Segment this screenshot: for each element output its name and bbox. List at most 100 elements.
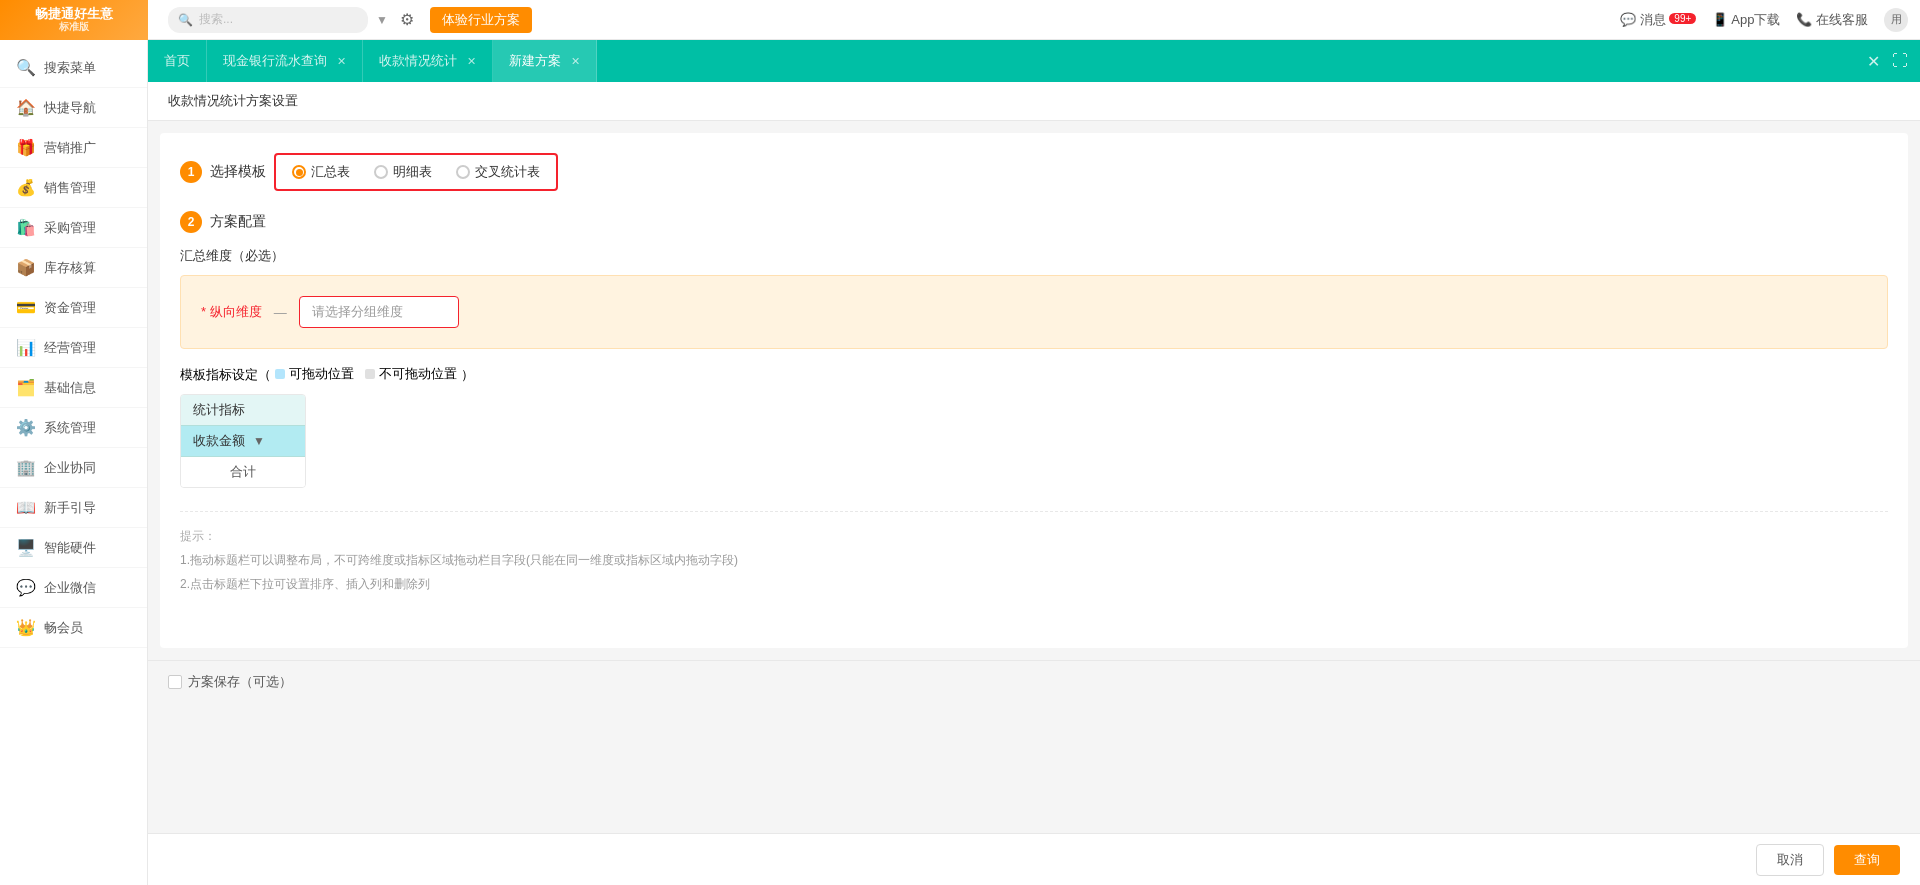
tab-new-plan-close-icon[interactable]: ✕ bbox=[571, 55, 580, 68]
metrics-col-header[interactable]: 收款金额 ▼ bbox=[181, 426, 305, 457]
member-icon: 👑 bbox=[16, 618, 36, 637]
search-menu-icon: 🔍 bbox=[16, 58, 36, 77]
sidebar-item-basic-info[interactable]: 🗂️ 基础信息 bbox=[0, 368, 147, 408]
sidebar-item-enterprise[interactable]: 🏢 企业协同 bbox=[0, 448, 147, 488]
dimension-row: * 纵向维度 — 请选择分组维度 bbox=[201, 296, 1867, 328]
settings-icon[interactable]: ⚙ bbox=[400, 10, 414, 29]
bottom-actions: 取消 查询 bbox=[148, 833, 1920, 885]
sidebar: 🔍 搜索菜单 🏠 快捷导航 🎁 营销推广 💰 销售管理 🛍️ 采购管理 📦 库存… bbox=[0, 40, 148, 885]
sidebar-item-sales[interactable]: 💰 销售管理 bbox=[0, 168, 147, 208]
sidebar-item-system[interactable]: ⚙️ 系统管理 bbox=[0, 408, 147, 448]
legend-non-draggable: 不可拖动位置 bbox=[365, 365, 457, 383]
download-item[interactable]: 📱 App下载 bbox=[1712, 11, 1780, 29]
sidebar-item-search-menu[interactable]: 🔍 搜索菜单 bbox=[0, 48, 147, 88]
sidebar-item-label: 营销推广 bbox=[44, 139, 96, 157]
metrics-group-label: 统计指标 bbox=[193, 401, 245, 419]
metrics-title-text: 模板指标设定（ bbox=[180, 367, 271, 382]
query-button[interactable]: 查询 bbox=[1834, 845, 1900, 875]
dimension-title-text: 汇总维度（必选） bbox=[180, 248, 284, 263]
sidebar-item-guide[interactable]: 📖 新手引导 bbox=[0, 488, 147, 528]
metrics-group-header: 统计指标 bbox=[181, 395, 305, 426]
step1-title: 选择模板 bbox=[210, 163, 266, 181]
message-icon: 💬 bbox=[1620, 12, 1636, 27]
dropdown-arrow-icon[interactable]: ▼ bbox=[376, 13, 388, 27]
draggable-legend-icon bbox=[275, 369, 285, 379]
metrics-section: 模板指标设定（ 可拖动位置 不可拖动位置 ） bbox=[180, 365, 1888, 608]
sidebar-item-purchase[interactable]: 🛍️ 采购管理 bbox=[0, 208, 147, 248]
sidebar-item-finance[interactable]: 💳 资金管理 bbox=[0, 288, 147, 328]
sidebar-item-quick-nav[interactable]: 🏠 快捷导航 bbox=[0, 88, 147, 128]
metrics-col-label: 收款金额 bbox=[193, 432, 245, 450]
tab-home-label: 首页 bbox=[164, 52, 190, 70]
quick-nav-icon: 🏠 bbox=[16, 98, 36, 117]
hint-title: 提示： bbox=[180, 529, 216, 543]
enterprise-icon: 🏢 bbox=[16, 458, 36, 477]
sidebar-item-label: 库存核算 bbox=[44, 259, 96, 277]
sidebar-item-wechat[interactable]: 💬 企业微信 bbox=[0, 568, 147, 608]
main-area: 首页 现金银行流水查询 ✕ 收款情况统计 ✕ 新建方案 ✕ ✕ ⛶ 收 bbox=[148, 40, 1920, 885]
dimension-section-title: 汇总维度（必选） bbox=[180, 247, 1888, 265]
vertical-dimension-label: * 纵向维度 bbox=[201, 303, 262, 321]
dimension-arrow-icon: — bbox=[274, 305, 287, 320]
tab-bank-label: 现金银行流水查询 bbox=[223, 52, 327, 70]
tab-new-plan[interactable]: 新建方案 ✕ bbox=[493, 40, 597, 82]
dimension-config: 汇总维度（必选） * 纵向维度 — 请选择分组维度 bbox=[180, 247, 1888, 349]
step2-number: 2 bbox=[180, 211, 202, 233]
page-content: 收款情况统计方案设置 1 选择模板 汇总表 bbox=[148, 82, 1920, 833]
legend-draggable: 可拖动位置 bbox=[275, 365, 354, 383]
tab-bank[interactable]: 现金银行流水查询 ✕ bbox=[207, 40, 363, 82]
top-search[interactable]: 🔍 搜索... bbox=[168, 7, 368, 33]
top-bar: 畅捷通好生意 标准版 🔍 搜索... ▼ ⚙ 体验行业方案 💬 消息 99+ 📱… bbox=[0, 0, 1920, 40]
smart-hw-icon: 🖥️ bbox=[16, 538, 36, 557]
sidebar-item-label: 销售管理 bbox=[44, 179, 96, 197]
sidebar-item-label: 经营管理 bbox=[44, 339, 96, 357]
tab-collection-close-icon[interactable]: ✕ bbox=[467, 55, 476, 68]
dimension-select[interactable]: 请选择分组维度 bbox=[299, 296, 459, 328]
service-item[interactable]: 📞 在线客服 bbox=[1796, 11, 1868, 29]
message-item[interactable]: 💬 消息 99+ bbox=[1620, 11, 1696, 29]
template-selection: 汇总表 明细表 交叉统计表 bbox=[274, 153, 558, 191]
radio-summary-icon bbox=[292, 165, 306, 179]
template-summary[interactable]: 汇总表 bbox=[292, 163, 350, 181]
hint-section: 提示： 1.拖动标题栏可以调整布局，不可跨维度或指标区域拖动栏目字段(只能在同一… bbox=[180, 511, 1888, 608]
tab-collection-label: 收款情况统计 bbox=[379, 52, 457, 70]
sidebar-item-label: 智能硬件 bbox=[44, 539, 96, 557]
sidebar-item-label: 畅会员 bbox=[44, 619, 83, 637]
tab-close-window-icon[interactable]: ✕ bbox=[1867, 52, 1880, 71]
tab-home[interactable]: 首页 bbox=[148, 40, 207, 82]
sidebar-item-label: 基础信息 bbox=[44, 379, 96, 397]
user-avatar[interactable]: 用 bbox=[1884, 8, 1908, 32]
download-icon: 📱 bbox=[1712, 12, 1728, 27]
step2-section: 2 方案配置 汇总维度（必选） * 纵向维度 — bbox=[180, 211, 1888, 608]
sidebar-item-member[interactable]: 👑 畅会员 bbox=[0, 608, 147, 648]
system-icon: ⚙️ bbox=[16, 418, 36, 437]
sidebar-item-marketing[interactable]: 🎁 营销推广 bbox=[0, 128, 147, 168]
sidebar-item-operations[interactable]: 📊 经营管理 bbox=[0, 328, 147, 368]
tab-bar: 首页 现金银行流水查询 ✕ 收款情况统计 ✕ 新建方案 ✕ ✕ ⛶ bbox=[148, 40, 1920, 82]
dimension-select-placeholder: 请选择分组维度 bbox=[312, 304, 403, 319]
draggable-legend-label: 可拖动位置 bbox=[289, 365, 354, 383]
step2-header: 2 方案配置 bbox=[180, 211, 1888, 233]
template-summary-label: 汇总表 bbox=[311, 163, 350, 181]
cancel-button[interactable]: 取消 bbox=[1756, 844, 1824, 876]
radio-crosstab-icon bbox=[456, 165, 470, 179]
tab-bank-close-icon[interactable]: ✕ bbox=[337, 55, 346, 68]
template-crosstab[interactable]: 交叉统计表 bbox=[456, 163, 540, 181]
page-title: 收款情况统计方案设置 bbox=[168, 93, 298, 108]
logo-main: 畅捷通好生意 bbox=[35, 6, 113, 22]
sidebar-item-smart-hw[interactable]: 🖥️ 智能硬件 bbox=[0, 528, 147, 568]
tab-maximize-icon[interactable]: ⛶ bbox=[1892, 52, 1908, 70]
guide-icon: 📖 bbox=[16, 498, 36, 517]
col-dropdown-icon[interactable]: ▼ bbox=[253, 434, 265, 448]
tab-collection[interactable]: 收款情况统计 ✕ bbox=[363, 40, 493, 82]
metrics-total-label: 合计 bbox=[230, 464, 256, 479]
logo: 畅捷通好生意 标准版 bbox=[0, 0, 148, 40]
template-crosstab-label: 交叉统计表 bbox=[475, 163, 540, 181]
template-detail[interactable]: 明细表 bbox=[374, 163, 432, 181]
top-bar-right: 💬 消息 99+ 📱 App下载 📞 在线客服 用 bbox=[1620, 8, 1908, 32]
save-checkbox[interactable] bbox=[168, 675, 182, 689]
template-detail-label: 明细表 bbox=[393, 163, 432, 181]
trial-button[interactable]: 体验行业方案 bbox=[430, 7, 532, 33]
sidebar-item-inventory[interactable]: 📦 库存核算 bbox=[0, 248, 147, 288]
sidebar-item-label: 快捷导航 bbox=[44, 99, 96, 117]
